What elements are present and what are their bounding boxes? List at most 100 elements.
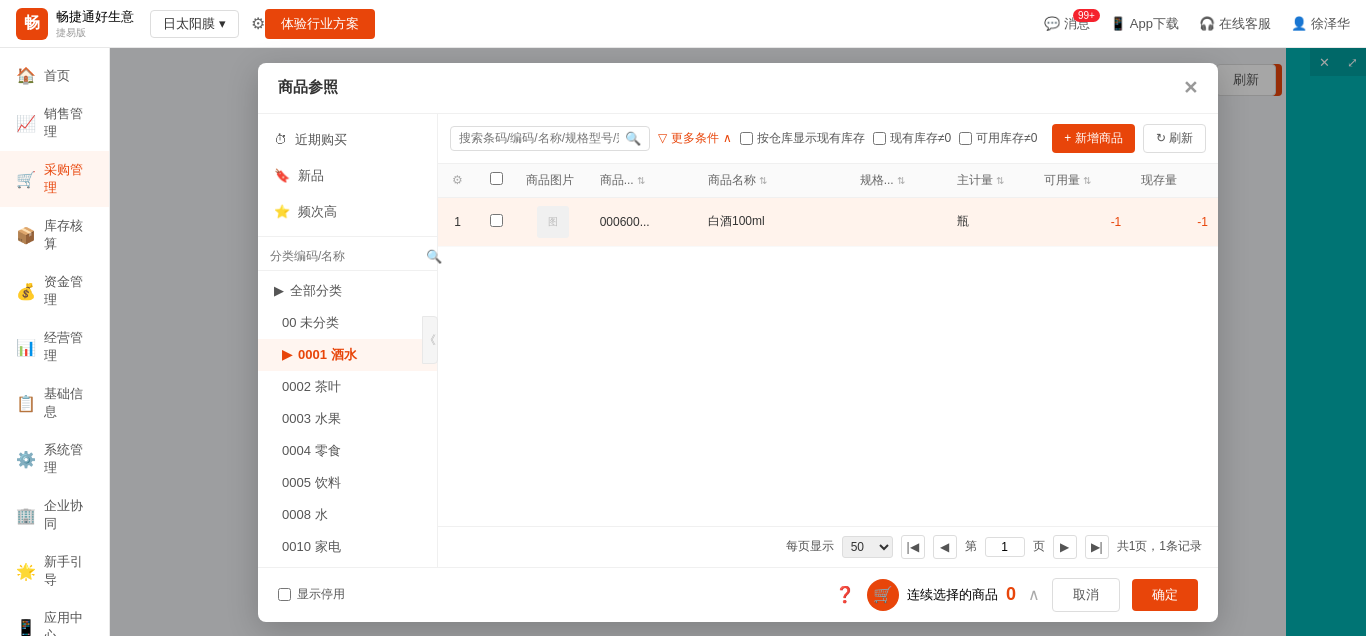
show-disabled-label[interactable]: 显示停用: [278, 586, 345, 603]
confirm-button[interactable]: 确定: [1132, 579, 1198, 611]
category-search-icon[interactable]: 🔍: [426, 249, 442, 264]
gear-button[interactable]: ⚙: [251, 14, 265, 33]
table-row[interactable]: 1 图 000600... 白酒100ml: [438, 197, 1218, 246]
sidebar-item-apps[interactable]: 📱 应用中心: [0, 599, 109, 636]
footer-right: ❓ 🛒 连续选择的商品 0 ∧ 取消 确定: [835, 578, 1198, 612]
avail-stock-checkbox[interactable]: [959, 132, 972, 145]
current-stock-text: 现有库存≠0: [890, 130, 951, 147]
cat-all-arrow: ▶: [274, 283, 284, 298]
cat-0004-label: 0004 零食: [282, 442, 341, 460]
sidebar-item-inventory[interactable]: 📦 库存核算: [0, 207, 109, 263]
cat-00[interactable]: 00 未分类: [258, 307, 437, 339]
th-avail-label: 可用量: [1044, 172, 1080, 189]
cat-0008[interactable]: 0008 水: [258, 499, 437, 531]
product-search-icon[interactable]: 🔍: [625, 131, 641, 146]
select-all-checkbox[interactable]: [490, 172, 503, 185]
sidebar-item-basic[interactable]: 📋 基础信息: [0, 375, 109, 431]
sidebar-label-basic: 基础信息: [44, 385, 93, 421]
avail-stock-checkbox-label[interactable]: 可用库存≠0: [959, 130, 1037, 147]
cat-0001[interactable]: ▶ 0001 酒水: [258, 339, 437, 371]
page-next-button[interactable]: ▶: [1053, 535, 1077, 559]
message-icon: 💬: [1044, 16, 1060, 31]
modal-close-button[interactable]: ✕: [1183, 77, 1198, 99]
page-last-button[interactable]: ▶|: [1085, 535, 1109, 559]
row-num-text: 1: [454, 215, 461, 229]
sidebar-item-finance[interactable]: 💰 资金管理: [0, 263, 109, 319]
sidebar-item-purchase[interactable]: 🛒 采购管理: [0, 151, 109, 207]
frequent-item[interactable]: ⭐ 频次高: [258, 194, 437, 230]
online-service-item[interactable]: 🎧 在线客服: [1199, 15, 1271, 33]
cat-all-label: 全部分类: [290, 282, 342, 300]
th-stock[interactable]: 现存量: [1131, 164, 1218, 198]
product-search-input[interactable]: [459, 131, 619, 145]
add-product-button[interactable]: + 新增商品: [1052, 124, 1134, 153]
user-item[interactable]: 👤 徐泽华: [1291, 15, 1350, 33]
th-unit[interactable]: 主计量⇅: [947, 164, 1034, 198]
row-spec: [850, 197, 948, 246]
page-first-button[interactable]: |◀: [901, 535, 925, 559]
filter-more-label: 更多条件: [671, 130, 719, 147]
recent-purchase-item[interactable]: ⏱ 近期购买: [258, 122, 437, 158]
cat-0004[interactable]: 0004 零食: [258, 435, 437, 467]
exp-button[interactable]: 体验行业方案: [265, 9, 375, 39]
th-image: 商品图片: [516, 164, 590, 198]
cat-0002[interactable]: 0002 茶叶: [258, 371, 437, 403]
warehouse-checkbox-label[interactable]: 按仓库显示现有库存: [740, 130, 865, 147]
filter-more-button[interactable]: ▽ 更多条件 ∧: [658, 130, 732, 147]
help-icon[interactable]: ❓: [835, 585, 855, 604]
warehouse-checkbox[interactable]: [740, 132, 753, 145]
th-avail[interactable]: 可用量⇅: [1034, 164, 1132, 198]
row-checkbox[interactable]: [490, 214, 503, 227]
sidebar-label-operation: 经营管理: [44, 329, 93, 365]
sidebar-label-home: 首页: [44, 67, 70, 85]
sidebar: 🏠 首页 📈 销售管理 🛒 采购管理 📦 库存核算 💰 资金管理 📊 经营管理 …: [0, 48, 110, 636]
collapse-footer-button[interactable]: ∧: [1028, 585, 1040, 604]
show-disabled-checkbox[interactable]: [278, 588, 291, 601]
guide-icon: 🌟: [16, 562, 36, 581]
page-number-input[interactable]: [985, 537, 1025, 557]
company-selector[interactable]: 日太阳膜 ▾: [150, 10, 239, 38]
sidebar-item-home[interactable]: 🏠 首页: [0, 56, 109, 95]
cat-all[interactable]: ▶ 全部分类: [258, 275, 437, 307]
cancel-button[interactable]: 取消: [1052, 578, 1120, 612]
th-code[interactable]: 商品...⇅: [590, 164, 698, 198]
divider-1: [258, 236, 437, 237]
row-avail: -1: [1034, 197, 1132, 246]
category-search-input[interactable]: [270, 249, 420, 263]
current-stock-checkbox[interactable]: [873, 132, 886, 145]
new-product-item[interactable]: 🔖 新品: [258, 158, 437, 194]
cat-0008-label: 0008 水: [282, 506, 328, 524]
sidebar-item-enterprise[interactable]: 🏢 企业协同: [0, 487, 109, 543]
pagination-bar: 每页显示 50 10 20 100 |◀ ◀ 第 页: [438, 526, 1218, 567]
collapse-panel-button[interactable]: 《: [422, 316, 438, 364]
cat-0005-label: 0005 饮料: [282, 474, 341, 492]
cat-0003[interactable]: 0003 水果: [258, 403, 437, 435]
message-item[interactable]: 💬 消息 99+: [1044, 15, 1090, 33]
modal-body: ⏱ 近期购买 🔖 新品 ⭐ 频次高: [258, 114, 1218, 567]
row-unit-text: 瓶: [957, 214, 969, 228]
per-page-select[interactable]: 50 10 20 100: [842, 536, 893, 558]
product-image-placeholder: 图: [537, 206, 569, 238]
th-settings[interactable]: ⚙: [438, 164, 477, 198]
row-check[interactable]: [477, 197, 516, 246]
sidebar-item-system[interactable]: ⚙️ 系统管理: [0, 431, 109, 487]
page-prev-button[interactable]: ◀: [933, 535, 957, 559]
product-table: ⚙ 商品图片 商品...⇅: [438, 164, 1218, 247]
right-toolbar: 🔍 ▽ 更多条件 ∧ 按仓库显示现有库存: [438, 114, 1218, 164]
cat-0005[interactable]: 0005 饮料: [258, 467, 437, 499]
online-service-label: 在线客服: [1219, 15, 1271, 33]
sidebar-item-guide[interactable]: 🌟 新手引导: [0, 543, 109, 599]
refresh-table-button[interactable]: ↻ 刷新: [1143, 124, 1206, 153]
th-spec[interactable]: 规格...⇅: [850, 164, 948, 198]
cat-0003-label: 0003 水果: [282, 410, 341, 428]
recent-purchase-label: 近期购买: [295, 131, 347, 149]
sidebar-item-sales[interactable]: 📈 销售管理: [0, 95, 109, 151]
sidebar-label-guide: 新手引导: [44, 553, 93, 589]
th-name[interactable]: 商品名称⇅: [698, 164, 850, 198]
sidebar-item-operation[interactable]: 📊 经营管理: [0, 319, 109, 375]
per-page-label: 每页显示: [786, 538, 834, 555]
cat-0010-label: 0010 家电: [282, 538, 341, 556]
current-stock-checkbox-label[interactable]: 现有库存≠0: [873, 130, 951, 147]
cat-0010[interactable]: 0010 家电: [258, 531, 437, 563]
app-download-item[interactable]: 📱 App下载: [1110, 15, 1179, 33]
